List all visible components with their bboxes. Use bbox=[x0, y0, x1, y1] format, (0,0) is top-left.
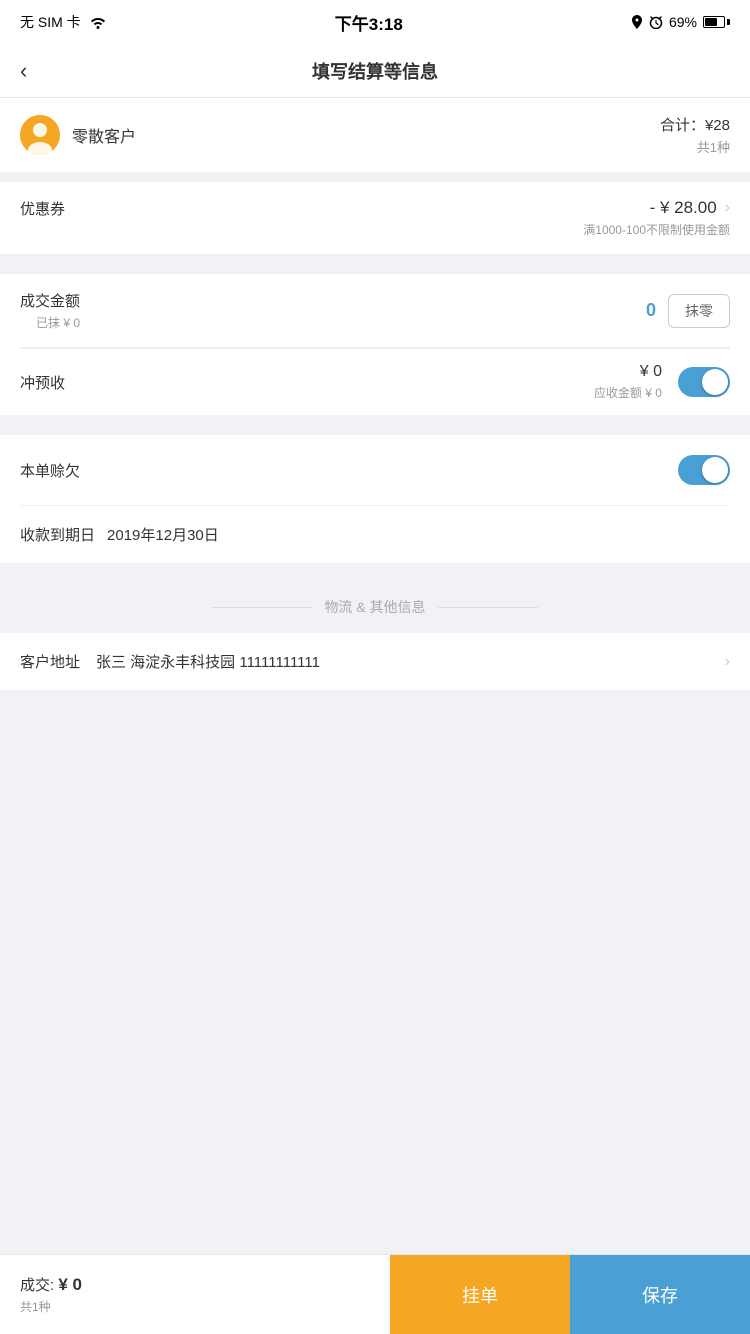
flush-amount: ¥ 0 bbox=[594, 363, 662, 381]
address-chevron-icon: › bbox=[725, 653, 730, 671]
bottom-deal-amount: ¥ 0 bbox=[58, 1275, 82, 1294]
nav-bar: ‹ 填写结算等信息 bbox=[0, 44, 750, 98]
bottom-info: 成交: ¥ 0 共1种 bbox=[0, 1255, 390, 1334]
deal-amount-row: 成交金额 已抹 ¥ 0 0 抹零 bbox=[20, 274, 730, 348]
deal-value-wrap: 0 抹零 bbox=[646, 294, 730, 328]
flush-sub: 应收金额 ¥ 0 bbox=[594, 384, 662, 401]
toggle-knob bbox=[702, 369, 728, 395]
status-time: 下午3:18 bbox=[335, 10, 403, 35]
section-divider-1 bbox=[0, 264, 750, 274]
flush-advance-row: 冲预收 ¥ 0 应收金额 ¥ 0 bbox=[20, 348, 730, 415]
flush-advance-toggle[interactable] bbox=[678, 367, 730, 397]
save-button-label: 保存 bbox=[642, 1282, 678, 1308]
section-divider-2 bbox=[0, 425, 750, 435]
person-icon bbox=[20, 115, 60, 155]
deal-amount-label: 成交金额 bbox=[20, 290, 80, 311]
due-date-label: 收款到期日 bbox=[20, 524, 95, 545]
customer-name: 零散客户 bbox=[72, 123, 136, 147]
coupon-discount: - ¥ 28.00 bbox=[650, 198, 717, 218]
customer-row: 零散客户 合计：¥28 共1种 bbox=[0, 98, 750, 172]
flush-advance-label: 冲预收 bbox=[20, 372, 65, 393]
bottom-deal-count: 共1种 bbox=[20, 1298, 370, 1315]
content-area: 零散客户 合计：¥28 共1种 优惠券 - ¥ 28.00 › 满1000-10… bbox=[0, 98, 750, 790]
save-button[interactable]: 保存 bbox=[570, 1255, 750, 1334]
status-right: 69% bbox=[631, 14, 730, 30]
debit-section: 本单赊欠 收款到期日 2019年12月30日 bbox=[0, 435, 750, 563]
address-label: 客户地址 bbox=[20, 651, 80, 672]
bottom-deal-row: 成交: ¥ 0 bbox=[20, 1274, 370, 1295]
deal-amount-value[interactable]: 0 bbox=[646, 300, 656, 321]
battery-icon bbox=[703, 16, 730, 28]
bottom-deal-label: 成交: bbox=[20, 1277, 54, 1294]
round-button[interactable]: 抹零 bbox=[668, 294, 730, 328]
coupon-label: 优惠券 bbox=[20, 198, 65, 219]
deal-sub-label: 已抹 ¥ 0 bbox=[20, 314, 80, 331]
customer-summary: 合计：¥28 共1种 bbox=[660, 114, 730, 156]
deal-section: 成交金额 已抹 ¥ 0 0 抹零 冲预收 ¥ 0 应收金额 ¥ 0 bbox=[0, 274, 750, 415]
debit-toggle[interactable] bbox=[678, 455, 730, 485]
debit-label: 本单赊欠 bbox=[20, 460, 80, 481]
flush-amount-wrap: ¥ 0 应收金额 ¥ 0 bbox=[594, 363, 662, 401]
address-section[interactable]: 客户地址 张三 海淀永丰科技园 11111111111 › bbox=[0, 633, 750, 690]
section-divider-3 bbox=[0, 573, 750, 583]
customer-left: 零散客户 bbox=[20, 115, 136, 155]
coupon-desc: 满1000-100不限制使用金额 bbox=[583, 221, 730, 238]
avatar bbox=[20, 115, 60, 155]
address-row[interactable]: 客户地址 张三 海淀永丰科技园 11111111111 › bbox=[0, 633, 750, 690]
location-icon bbox=[631, 15, 643, 29]
logistics-header: 物流 & 其他信息 bbox=[0, 583, 750, 631]
page-title: 填写结算等信息 bbox=[312, 58, 438, 84]
hold-button-label: 挂单 bbox=[462, 1282, 498, 1308]
no-sim-text: 无 SIM 卡 bbox=[20, 12, 81, 32]
total-amount: 合计：¥28 bbox=[660, 114, 730, 135]
status-left: 无 SIM 卡 bbox=[20, 12, 107, 32]
coupon-row[interactable]: 优惠券 - ¥ 28.00 › 满1000-100不限制使用金额 bbox=[0, 182, 750, 254]
total-count: 共1种 bbox=[660, 137, 730, 156]
due-date-value[interactable]: 2019年12月30日 bbox=[107, 524, 219, 545]
coupon-chevron-icon: › bbox=[725, 199, 730, 217]
logistics-header-text: 物流 & 其他信息 bbox=[324, 597, 425, 617]
flush-right: ¥ 0 应收金额 ¥ 0 bbox=[594, 363, 730, 401]
back-button[interactable]: ‹ bbox=[20, 58, 27, 84]
debit-toggle-knob bbox=[702, 457, 728, 483]
address-value: 张三 海淀永丰科技园 11111111111 bbox=[96, 651, 721, 672]
alarm-icon bbox=[649, 15, 663, 29]
battery-percent: 69% bbox=[669, 14, 697, 30]
customer-section: 零散客户 合计：¥28 共1种 bbox=[0, 98, 750, 172]
coupon-section[interactable]: 优惠券 - ¥ 28.00 › 满1000-100不限制使用金额 bbox=[0, 182, 750, 254]
hold-button[interactable]: 挂单 bbox=[390, 1255, 570, 1334]
status-bar: 无 SIM 卡 下午3:18 69% bbox=[0, 0, 750, 44]
debit-row: 本单赊欠 bbox=[20, 435, 730, 506]
wifi-icon bbox=[89, 15, 107, 29]
bottom-bar: 成交: ¥ 0 共1种 挂单 保存 bbox=[0, 1254, 750, 1334]
due-date-row: 收款到期日 2019年12月30日 bbox=[20, 506, 730, 563]
